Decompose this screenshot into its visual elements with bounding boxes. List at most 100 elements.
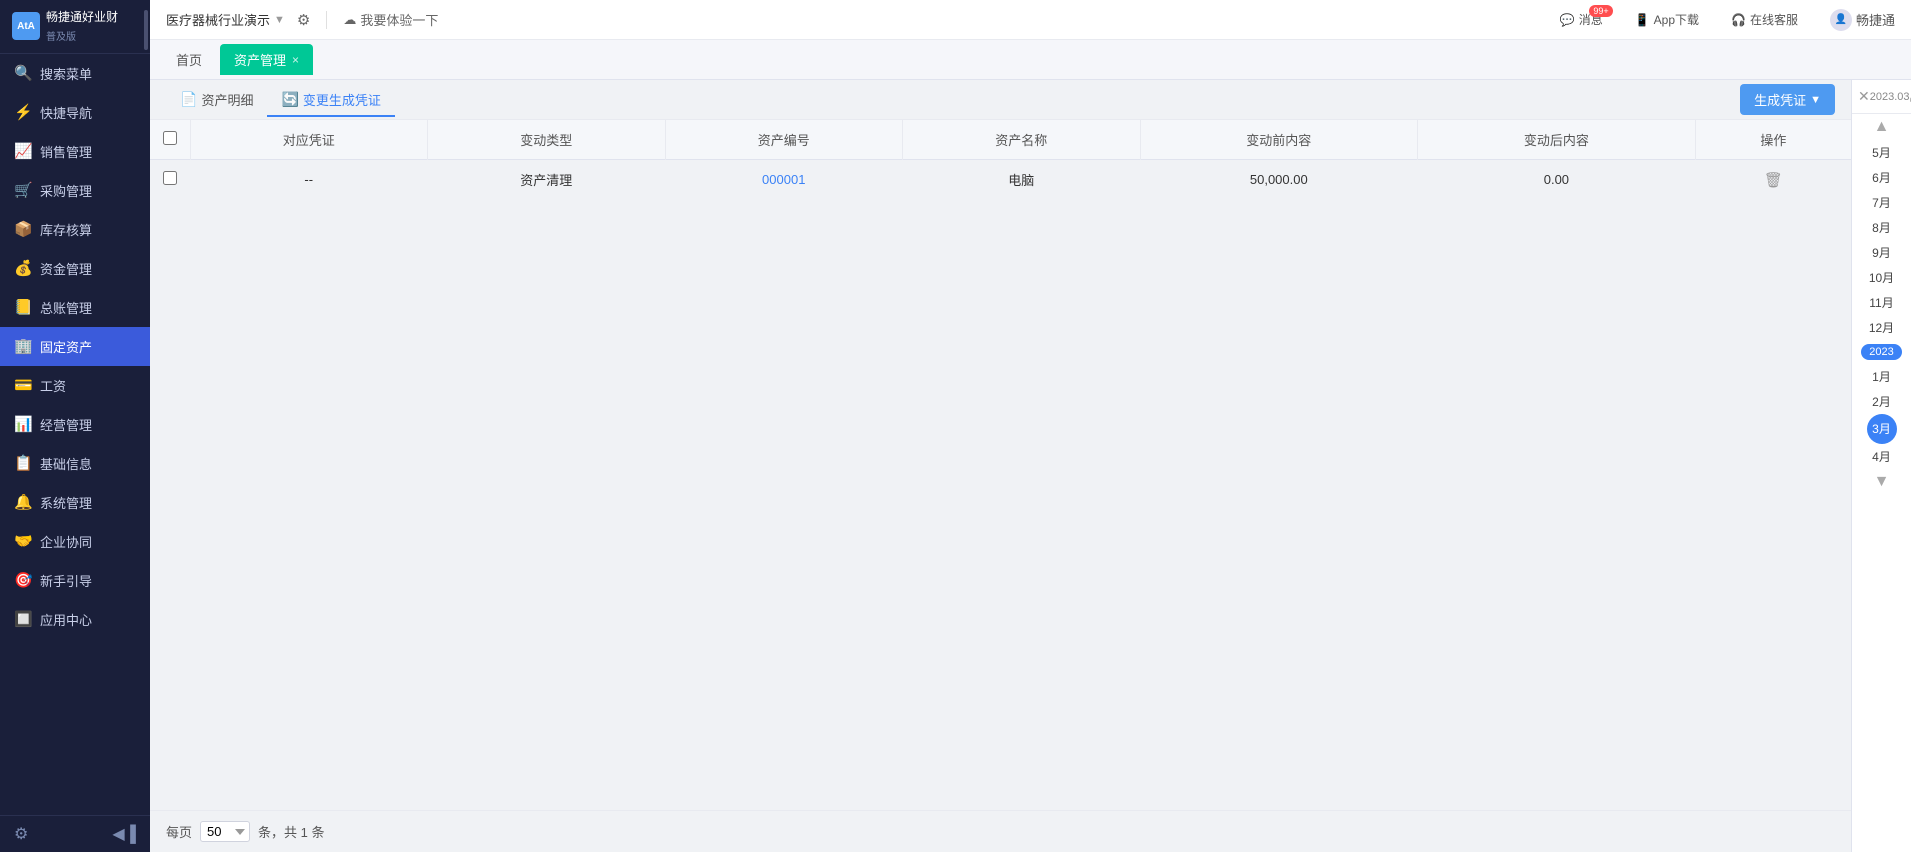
- user-menu[interactable]: 👤 畅捷通: [1830, 9, 1895, 31]
- quick-nav-icon: ⚡: [14, 103, 32, 121]
- download-icon: 📱: [1635, 13, 1650, 27]
- sidebar-item-label: 系统管理: [40, 493, 92, 512]
- table-wrapper: 对应凭证 变动类型 资产编号 资产名称: [150, 120, 1851, 810]
- cloud-icon: ☁: [343, 12, 356, 28]
- col-voucher: 对应凭证: [190, 120, 428, 160]
- cal-month-7[interactable]: 7月: [1852, 190, 1911, 215]
- sidebar-item-label: 新手引导: [40, 571, 92, 590]
- payroll-icon: 💳: [14, 376, 32, 394]
- table-select-all-header[interactable]: [150, 120, 190, 160]
- app-center-icon: 🔲: [14, 610, 32, 628]
- per-page-label: 每页: [166, 822, 192, 841]
- cal-month-1[interactable]: 1月: [1852, 364, 1911, 389]
- settings-icon[interactable]: ⚙: [14, 824, 28, 844]
- purchase-icon: 🛒: [14, 181, 32, 199]
- per-page-select[interactable]: 50 10 20 100: [200, 821, 250, 842]
- select-all-checkbox[interactable]: [163, 131, 177, 145]
- sidebar-item-quick-nav[interactable]: ⚡ 快捷导航: [0, 93, 150, 132]
- cal-month-5[interactable]: 5月: [1852, 140, 1911, 165]
- col-before: 变动前内容: [1140, 120, 1418, 160]
- pagination: 每页 50 10 20 100 条，共 1 条: [150, 810, 1851, 852]
- sidebar-item-label: 经营管理: [40, 415, 92, 434]
- sidebar-item-payroll[interactable]: 💳 工资: [0, 366, 150, 405]
- sidebar-item-label: 库存核算: [40, 220, 92, 239]
- generate-voucher-button[interactable]: 生成凭证 ▼: [1740, 84, 1835, 115]
- tab-home[interactable]: 首页: [162, 44, 216, 75]
- cal-month-9[interactable]: 9月: [1852, 240, 1911, 265]
- sidebar-item-label: 企业协同: [40, 532, 92, 551]
- cal-month-12[interactable]: 12月: [1852, 315, 1911, 340]
- app-download-button[interactable]: 📱 App下载: [1635, 11, 1699, 28]
- funds-icon: 💰: [14, 259, 32, 277]
- sidebar-item-ledger[interactable]: 📒 总账管理: [0, 288, 150, 327]
- app-name: 畅捷通好业财: [46, 10, 118, 26]
- collapse-icon[interactable]: ◀▐: [112, 824, 136, 844]
- system-icon: 🔔: [14, 493, 32, 511]
- sidebar-item-guide[interactable]: 🎯 新手引导: [0, 561, 150, 600]
- sidebar-item-label: 采购管理: [40, 181, 92, 200]
- sidebar-item-sales[interactable]: 📈 销售管理: [0, 132, 150, 171]
- cal-month-2[interactable]: 2月: [1852, 389, 1911, 414]
- cal-month-10[interactable]: 10月: [1852, 265, 1911, 290]
- generate-btn-arrow-icon: ▼: [1810, 94, 1821, 106]
- sidebar-item-purchase[interactable]: 🛒 采购管理: [0, 171, 150, 210]
- sidebar-item-funds[interactable]: 💰 资金管理: [0, 249, 150, 288]
- cal-month-4[interactable]: 4月: [1852, 444, 1911, 469]
- cal-month-8[interactable]: 8月: [1852, 215, 1911, 240]
- tab-asset-management[interactable]: 资产管理 ×: [220, 44, 313, 75]
- fixed-assets-icon: 🏢: [14, 337, 32, 355]
- delete-row-icon[interactable]: 🗑: [1764, 172, 1783, 189]
- sidebar-item-operations[interactable]: 📊 经营管理: [0, 405, 150, 444]
- cal-scroll-down-icon[interactable]: ▼: [1852, 469, 1911, 495]
- main-panel: 📄 资产明细 🔄 变更生成凭证 生成凭证 ▼: [150, 80, 1851, 852]
- enterprise-icon: 🤝: [14, 532, 32, 550]
- row-checkbox-cell[interactable]: [150, 160, 190, 200]
- right-panel-close-icon[interactable]: ✕: [1858, 88, 1870, 105]
- online-service-button[interactable]: 🎧 在线客服: [1731, 11, 1798, 28]
- right-panel: ✕ 2023.03 ⤢ ▲ 5月 6月 7月 8月 9月 10月 11月 12月…: [1851, 80, 1911, 852]
- total-label: 条，共 1 条: [258, 822, 324, 841]
- table-row: -- 资产清理 000001 电脑 50,000.00 0.00 🗑: [150, 160, 1851, 200]
- sidebar-item-label: 总账管理: [40, 298, 92, 317]
- guide-icon: 🎯: [14, 571, 32, 589]
- cal-month-6[interactable]: 6月: [1852, 165, 1911, 190]
- cal-scroll-up-icon[interactable]: ▲: [1852, 114, 1911, 140]
- row-checkbox[interactable]: [163, 171, 177, 185]
- cell-voucher: --: [190, 160, 428, 200]
- main-area: 医疗器械行业演示 ▼ ⚙ ☁ 我要体验一下 💬 消息 99+ 📱 App下载 🎧…: [150, 0, 1911, 852]
- cal-month-11[interactable]: 11月: [1852, 290, 1911, 315]
- subtab-label: 资产明细: [201, 90, 253, 109]
- cell-asset-no: 000001: [665, 160, 903, 200]
- sidebar-item-app-center[interactable]: 🔲 应用中心: [0, 600, 150, 639]
- sidebar-item-inventory[interactable]: 📦 库存核算: [0, 210, 150, 249]
- col-asset-no: 资产编号: [665, 120, 903, 160]
- company-selector[interactable]: 医疗器械行业演示 ▼: [166, 10, 285, 29]
- settings-gear-icon[interactable]: ⚙: [297, 11, 310, 29]
- tab-close-icon[interactable]: ×: [292, 53, 299, 67]
- sidebar-footer: ⚙ ◀▐: [0, 815, 150, 852]
- cell-before: 50,000.00: [1140, 160, 1418, 200]
- cell-change-type: 资产清理: [428, 160, 666, 200]
- sidebar-item-system[interactable]: 🔔 系统管理: [0, 483, 150, 522]
- content-wrapper: 📄 资产明细 🔄 变更生成凭证 生成凭证 ▼: [150, 80, 1911, 852]
- right-panel-year-label: 2023.03: [1870, 91, 1910, 103]
- sidebar-item-enterprise[interactable]: 🤝 企业协同: [0, 522, 150, 561]
- experience-button[interactable]: ☁ 我要体验一下: [343, 10, 438, 29]
- sidebar-nav: 🔍 搜索菜单 ⚡ 快捷导航 📈 销售管理 🛒 采购管理 📦 库存核算 💰 资金管…: [0, 54, 150, 815]
- tabsbar: 首页 资产管理 ×: [150, 40, 1911, 80]
- search-icon: 🔍: [14, 64, 32, 82]
- subtab-asset-detail[interactable]: 📄 资产明细: [166, 84, 267, 117]
- change-voucher-icon: 🔄: [281, 91, 298, 108]
- cal-month-3-active[interactable]: 3月: [1867, 414, 1897, 444]
- notifications-button[interactable]: 💬 消息 99+: [1560, 11, 1603, 28]
- sidebar-item-search[interactable]: 🔍 搜索菜单: [0, 54, 150, 93]
- subtab-label: 变更生成凭证: [303, 90, 381, 109]
- subtab-change-voucher[interactable]: 🔄 变更生成凭证: [267, 84, 394, 117]
- sidebar-item-fixed-assets[interactable]: 🏢 固定资产: [0, 327, 150, 366]
- cell-ops[interactable]: 🗑: [1695, 160, 1851, 200]
- sidebar-item-basic-info[interactable]: 📋 基础信息: [0, 444, 150, 483]
- topbar-right: 💬 消息 99+ 📱 App下载 🎧 在线客服 👤 畅捷通: [1560, 9, 1895, 31]
- col-asset-name: 资产名称: [903, 120, 1141, 160]
- right-panel-header: ✕ 2023.03 ⤢: [1852, 88, 1911, 114]
- asset-table: 对应凭证 变动类型 资产编号 资产名称: [150, 120, 1851, 200]
